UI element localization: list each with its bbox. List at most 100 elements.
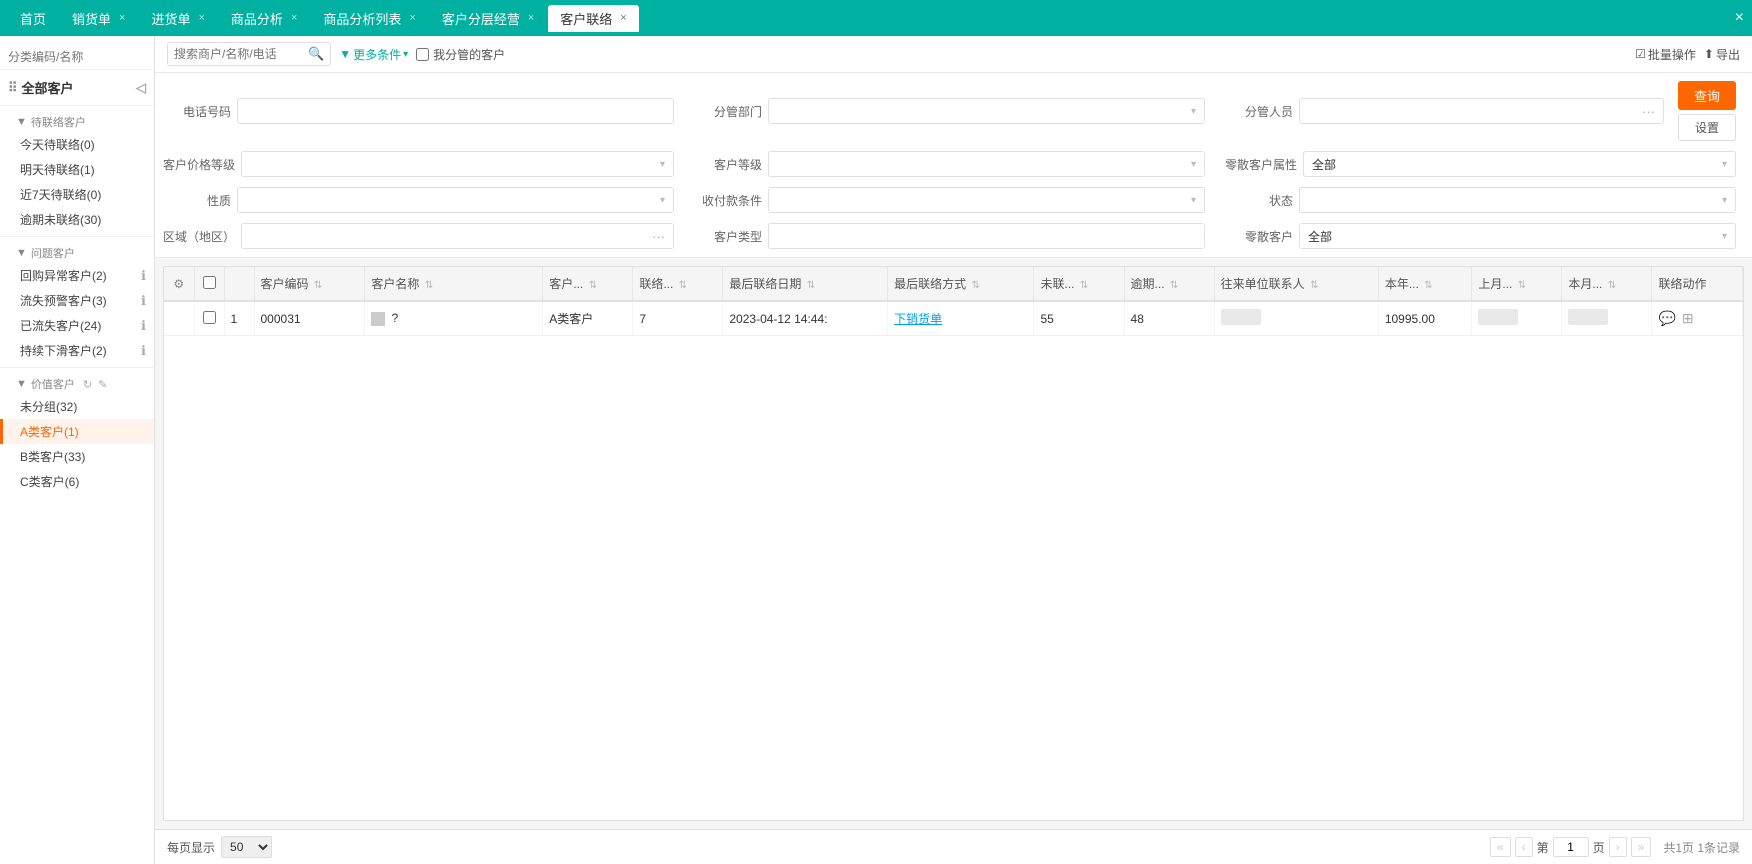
nav-product-list-close[interactable]: × [409,12,415,24]
sidebar-item-churned[interactable]: 已流失客户(24) ℹ [0,313,154,338]
retail-attr-select[interactable]: 全部 ▾ [1303,151,1736,177]
row-this-month [1562,301,1652,336]
nav-product-analysis-list[interactable]: 商品分析列表 × [311,5,427,32]
gear-icon[interactable]: ⚙ [173,277,184,291]
per-page-select[interactable]: 50 100 200 [221,836,272,858]
nav-segment-close[interactable]: × [528,12,534,24]
triangle-icon-3: ▼ [16,378,27,390]
edit-icon[interactable]: ✎ [98,378,107,391]
unit-contact-placeholder [1221,309,1261,325]
export-btn[interactable]: ⬆ 导出 [1704,46,1740,63]
col-no-contact[interactable]: 未联... ⇅ [1034,267,1124,301]
filter-payment: 收付款条件 ▾ [694,187,1205,213]
next-page-btn[interactable]: › [1609,837,1627,857]
filter-toolbar: 🔍 ▼ 更多条件 ▾ 我分管的客户 ☑ 批量操作 ⬆ 导出 [155,36,1752,73]
nav-customer-contact[interactable]: 客户联络 × [548,5,638,32]
col-last-date[interactable]: 最后联络日期 ⇅ [723,267,888,301]
col-last-method[interactable]: 最后联络方式 ⇅ [888,267,1034,301]
my-customers-checkbox-label[interactable]: 我分管的客户 [416,46,505,63]
sidebar-item-7day-contact[interactable]: 近7天待联络(0) [0,182,154,207]
payment-select[interactable]: ▾ [768,187,1205,213]
dept-select[interactable]: ▾ [768,98,1205,124]
person-dots[interactable]: ··· [1642,104,1655,119]
grid-action-btn[interactable]: ⊞ [1682,310,1694,327]
select-all-checkbox[interactable] [203,276,216,289]
nav-sales-close[interactable]: × [119,12,125,24]
col-level[interactable]: 客户... ⇅ [543,267,633,301]
sidebar-item-a-class[interactable]: A类客户(1) [0,419,154,444]
nature-select[interactable]: ▾ [237,187,674,213]
col-unit-contact[interactable]: 往来单位联系人 ⇅ [1214,267,1378,301]
row-index: 1 [224,301,254,336]
sort-code-icon: ⇅ [314,280,322,291]
setup-btn[interactable]: 设置 [1678,114,1736,141]
col-last-month[interactable]: 上月... ⇅ [1472,267,1562,301]
phone-input[interactable] [237,98,674,124]
person-select[interactable]: ··· [1299,98,1664,124]
my-customers-checkbox[interactable] [416,48,429,61]
nav-purchase-close[interactable]: × [198,12,204,24]
query-btn[interactable]: 查询 [1678,81,1736,110]
prev-page-btn[interactable]: ‹ [1515,837,1533,857]
sidebar-item-declining[interactable]: 持续下滑客户(2) ℹ [0,338,154,363]
sidebar-collapse-btn[interactable]: ◁ [136,80,146,96]
chat-action-btn[interactable]: 💬 [1658,310,1675,327]
sidebar-item-tomorrow-contact[interactable]: 明天待联络(1) [0,157,154,182]
refresh-icon[interactable]: ↻ [83,378,92,391]
col-this-year[interactable]: 本年... ⇅ [1378,267,1472,301]
sort-unit-icon: ⇅ [1310,280,1318,291]
group-problem-customers[interactable]: ▼ 问题客户 [0,241,154,263]
retail-customer-select[interactable]: 全部 ▾ [1299,223,1736,249]
group-pending-contact[interactable]: ▼ 待联络客户 [0,110,154,132]
row-checkbox[interactable] [203,311,216,324]
filter-retail-customer: 零散客户 全部 ▾ [1225,223,1736,249]
sidebar-item-churn-warning[interactable]: 流失预警客户(3) ℹ [0,288,154,313]
main-search-input[interactable] [174,47,304,61]
col-code[interactable]: 客户编码 ⇅ [254,267,365,301]
filter-icon: ▼ [339,47,351,61]
col-name[interactable]: 客户名称 ⇅ [365,267,543,301]
col-contact[interactable]: 联络... ⇅ [633,267,723,301]
nav-product-analysis[interactable]: 商品分析 × [219,5,309,32]
page-input[interactable] [1553,837,1589,857]
group-value-customers[interactable]: ▼ 价值客户 ↻ ✎ [0,372,154,394]
nav-customer-segment[interactable]: 客户分层经营 × [430,5,546,32]
export-icon: ⬆ [1704,47,1714,61]
price-level-select[interactable]: ▾ [241,151,674,177]
row-no-contact: 55 [1034,301,1124,336]
last-method-link[interactable]: 下销货单 [894,312,942,326]
nav-product-analysis-close[interactable]: × [291,12,297,24]
sidebar-search-input[interactable] [8,50,155,64]
customer-type-select[interactable] [768,223,1205,249]
col-overdue[interactable]: 逾期... ⇅ [1124,267,1214,301]
sidebar-item-b-class[interactable]: B类客户(33) [0,444,154,469]
nav-home[interactable]: 首页 [8,5,58,32]
sidebar-item-overdue-contact[interactable]: 逾期未联络(30) [0,207,154,232]
sidebar-item-c-class[interactable]: C类客户(6) [0,469,154,494]
sidebar-item-repurchase-abnormal[interactable]: 回购异常客户(2) ℹ [0,263,154,288]
sidebar-item-today-contact[interactable]: 今天待联络(0) [0,132,154,157]
more-conditions-btn[interactable]: ▼ 更多条件 ▾ [339,46,408,63]
first-page-btn[interactable]: « [1490,837,1511,857]
nav-sales[interactable]: 销货单 × [60,5,137,32]
sidebar: 🔍 ⠿ 全部客户 ◁ ▼ 待联络客户 今天待联络(0) 明天待联络(1) 近7天… [0,36,155,864]
customer-level-select[interactable]: ▾ [768,151,1205,177]
last-page-btn[interactable]: » [1631,837,1652,857]
customers-table: ⚙ 客户编码 ⇅ 客户名称 ⇅ [164,267,1743,336]
batch-ops-btn[interactable]: ☑ 批量操作 [1635,46,1696,63]
status-select[interactable]: ▾ [1299,187,1736,213]
content-area: 🔍 ▼ 更多条件 ▾ 我分管的客户 ☑ 批量操作 ⬆ 导出 [155,36,1752,864]
area-select[interactable]: ··· [241,223,674,249]
main-search-icon[interactable]: 🔍 [308,46,324,62]
table-header-row: ⚙ 客户编码 ⇅ 客户名称 ⇅ [164,267,1743,301]
sidebar-item-ungrouped[interactable]: 未分组(32) [0,394,154,419]
nature-arrow: ▾ [660,195,665,206]
nav-purchase[interactable]: 进货单 × [139,5,216,32]
area-dots[interactable]: ··· [652,229,665,244]
nav-contact-close[interactable]: × [620,12,626,24]
triangle-icon-2: ▼ [16,247,27,259]
col-checkbox [194,267,224,301]
all-customers-header[interactable]: ⠿ 全部客户 ◁ [0,74,154,101]
global-close-btn[interactable]: × [1735,9,1744,27]
col-this-month[interactable]: 本月... ⇅ [1562,267,1652,301]
